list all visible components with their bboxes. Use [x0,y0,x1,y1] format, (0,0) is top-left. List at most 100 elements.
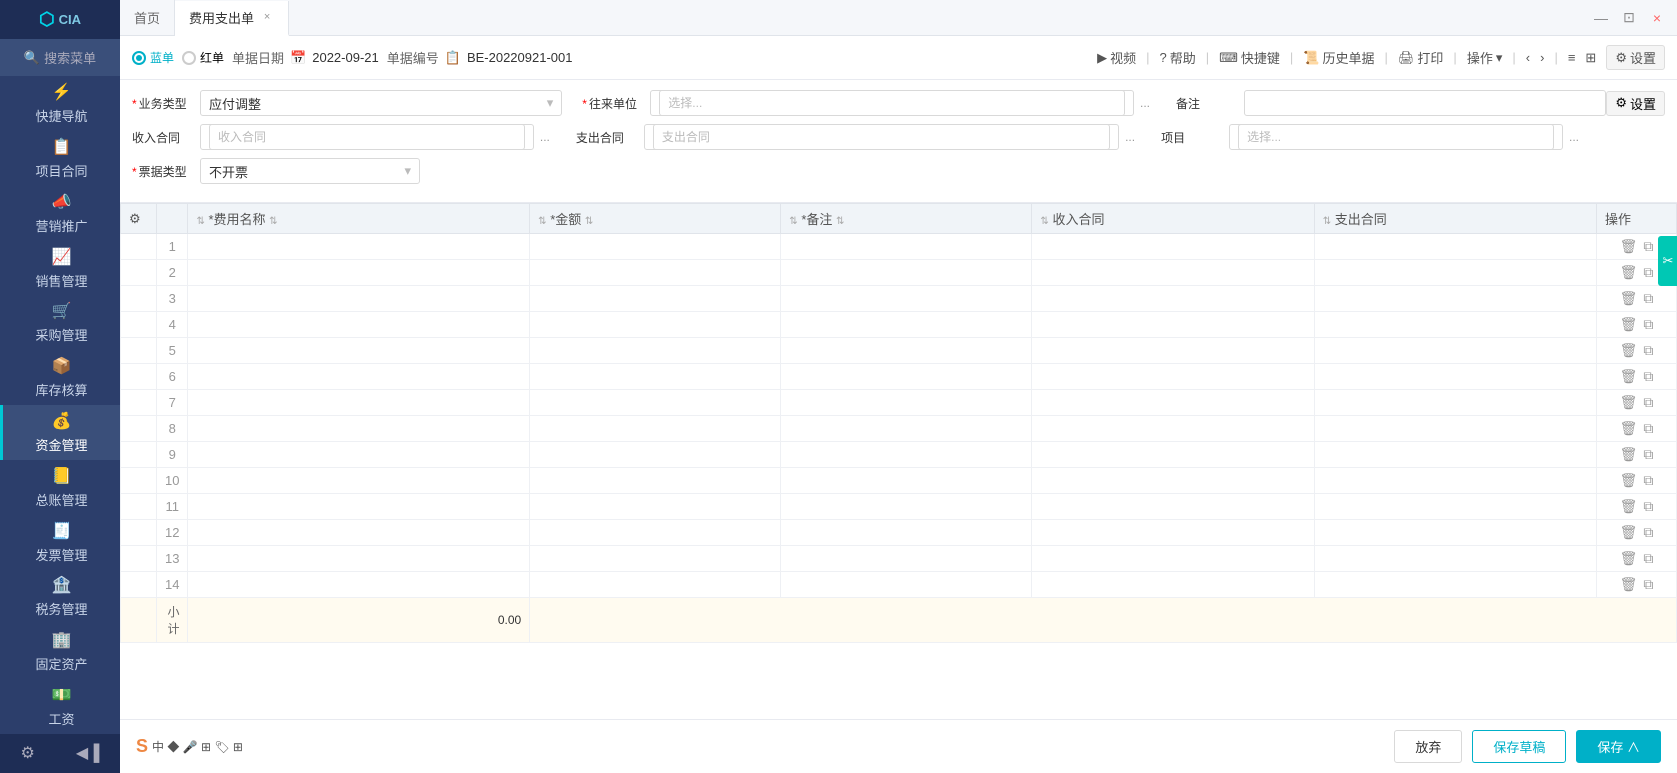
row-expense-contract[interactable] [1314,520,1596,546]
row-expense-name[interactable] [188,390,530,416]
delete-row-button[interactable]: 🗑 [1620,446,1638,463]
row-memo[interactable] [781,286,1032,312]
copy-row-button[interactable]: ⧉ [1643,290,1653,307]
row-amount[interactable] [530,468,781,494]
row-expense-name[interactable] [188,234,530,260]
copy-row-button[interactable]: ⧉ [1643,550,1653,567]
sidebar-item-marketing[interactable]: 📣 营销推广 [0,186,120,241]
history-button[interactable]: 📜 历史单据 [1303,48,1374,67]
row-income-contract[interactable] [1032,468,1314,494]
row-memo[interactable] [781,364,1032,390]
row-memo[interactable] [781,572,1032,598]
sidebar-item-salary[interactable]: 💵 工资 [0,679,120,734]
expense-contract-select[interactable]: 支出合同 [644,124,1119,150]
row-expense-name[interactable] [188,546,530,572]
copy-row-button[interactable]: ⧉ [1643,420,1653,437]
copy-row-button[interactable]: ⧉ [1643,498,1653,515]
row-amount[interactable] [530,546,781,572]
expense-more[interactable]: ... [1119,130,1141,144]
tab-expense-bill[interactable]: 费用支出单 × [175,1,289,36]
row-income-contract[interactable] [1032,312,1314,338]
sidebar-item-purchase[interactable]: 🛒 采购管理 [0,296,120,351]
row-memo[interactable] [781,312,1032,338]
row-expense-contract[interactable] [1314,494,1596,520]
row-expense-contract[interactable] [1314,260,1596,286]
copy-row-button[interactable]: ⧉ [1643,394,1653,411]
nav-prev-button[interactable]: ‹ [1526,50,1530,65]
row-income-contract[interactable] [1032,364,1314,390]
row-amount[interactable] [530,572,781,598]
teal-side-button[interactable]: ✂ [1658,236,1677,286]
sidebar-item-tax[interactable]: 🏦 税务管理 [0,570,120,625]
delete-row-button[interactable]: 🗑 [1620,316,1638,333]
list-view-button[interactable]: ≡ [1568,50,1576,65]
sidebar-item-quick-nav[interactable]: ⚡ 快捷导航 [0,76,120,131]
row-income-contract[interactable] [1032,416,1314,442]
row-amount[interactable] [530,494,781,520]
help-button[interactable]: ? 帮助 [1159,48,1195,67]
settings-button[interactable]: ⚙ 设置 [1606,45,1665,70]
row-income-contract[interactable] [1032,546,1314,572]
delete-row-button[interactable]: 🗑 [1620,238,1638,255]
row-expense-name[interactable] [188,312,530,338]
row-amount[interactable] [530,234,781,260]
blue-bill-radio[interactable]: 蓝单 [132,49,174,66]
sidebar-item-fund[interactable]: 💰 资金管理 [0,405,120,460]
row-memo[interactable] [781,442,1032,468]
form-settings-button[interactable]: ⚙ 设置 [1606,91,1665,116]
row-expense-contract[interactable] [1314,468,1596,494]
delete-row-button[interactable]: 🗑 [1620,498,1638,515]
biz-type-select[interactable]: 应付调整 ▾ [200,90,562,116]
memo-input[interactable] [1244,90,1606,116]
row-memo[interactable] [781,338,1032,364]
row-memo[interactable] [781,520,1032,546]
tab-close-icon[interactable]: × [260,10,274,24]
row-expense-contract[interactable] [1314,338,1596,364]
row-expense-contract[interactable] [1314,312,1596,338]
close-button[interactable]: × [1647,8,1667,28]
sidebar-item-ledger[interactable]: 📒 总账管理 [0,460,120,515]
row-memo[interactable] [781,260,1032,286]
row-expense-name[interactable] [188,494,530,520]
shortcut-button[interactable]: ⌨ 快捷键 [1219,48,1280,67]
row-expense-name[interactable] [188,572,530,598]
delete-row-button[interactable]: 🗑 [1620,290,1638,307]
row-amount[interactable] [530,260,781,286]
sidebar-item-fixed-assets[interactable]: 🏢 固定资产 [0,624,120,679]
delete-row-button[interactable]: 🗑 [1620,394,1638,411]
copy-row-button[interactable]: ⧉ [1643,576,1653,593]
delete-row-button[interactable]: 🗑 [1620,550,1638,567]
row-expense-contract[interactable] [1314,546,1596,572]
print-button[interactable]: 🖨 打印 [1398,48,1444,67]
row-expense-contract[interactable] [1314,442,1596,468]
row-expense-contract[interactable] [1314,286,1596,312]
row-expense-name[interactable] [188,260,530,286]
sidebar-search[interactable]: 🔍 搜索菜单 [0,39,120,76]
nav-next-button[interactable]: › [1540,50,1544,65]
save-button[interactable]: 保存 ∧ [1576,730,1661,763]
save-draft-button[interactable]: 保存草稿 [1472,730,1566,763]
row-memo[interactable] [781,234,1032,260]
th-expense-contract[interactable]: ⇅ 支出合同 [1314,204,1596,234]
op-button[interactable]: 操作 ▾ [1467,48,1503,67]
row-amount[interactable] [530,520,781,546]
row-amount[interactable] [530,312,781,338]
abandon-button[interactable]: 放弃 [1394,730,1462,763]
row-expense-name[interactable] [188,364,530,390]
row-amount[interactable] [530,442,781,468]
copy-row-button[interactable]: ⧉ [1643,446,1653,463]
row-amount[interactable] [530,338,781,364]
row-expense-name[interactable] [188,416,530,442]
tab-home[interactable]: 首页 [120,0,175,35]
delete-row-button[interactable]: 🗑 [1620,420,1638,437]
row-income-contract[interactable] [1032,260,1314,286]
th-income-contract[interactable]: ⇅ 收入合同 [1032,204,1314,234]
row-amount[interactable] [530,286,781,312]
th-memo[interactable]: ⇅ *备注 ⇅ [781,204,1032,234]
copy-row-button[interactable]: ⧉ [1643,524,1653,541]
audio-footer-icon[interactable]: ◀▐ [76,743,100,763]
delete-row-button[interactable]: 🗑 [1620,368,1638,385]
minimize-button[interactable]: — [1591,8,1611,28]
th-expense-name[interactable]: ⇅ *费用名称 ⇅ [188,204,530,234]
copy-row-button[interactable]: ⧉ [1643,472,1653,489]
